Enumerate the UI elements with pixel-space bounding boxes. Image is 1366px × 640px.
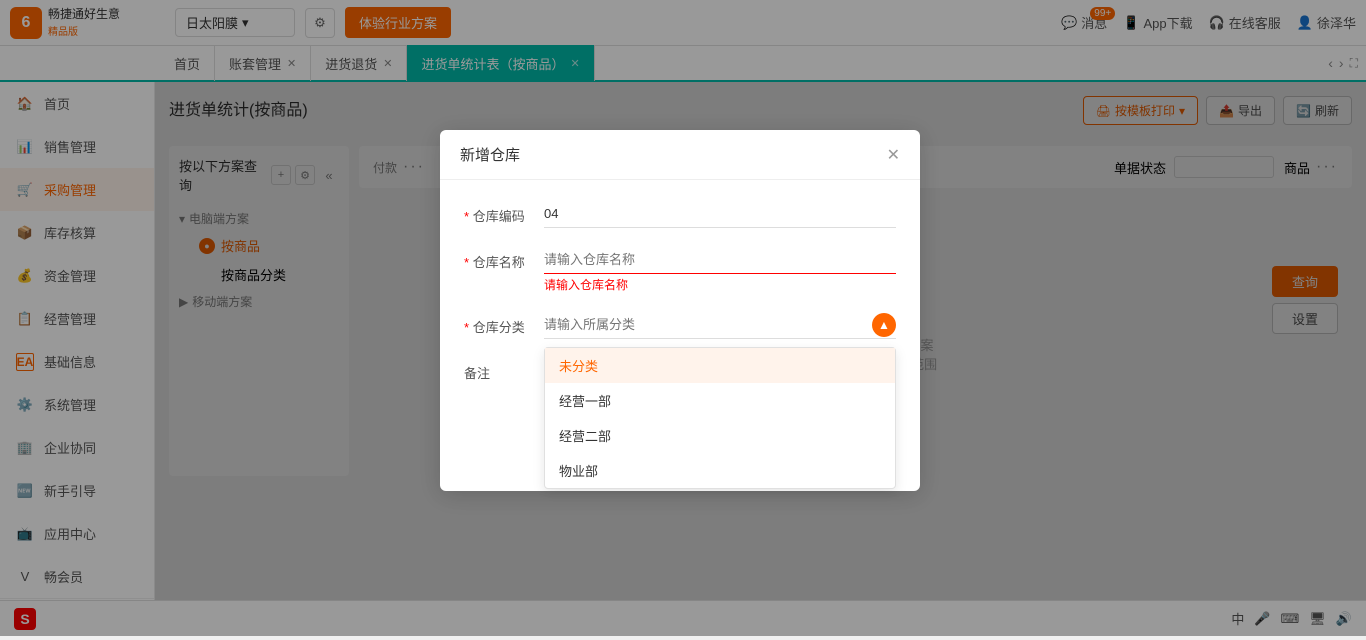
name-input[interactable] [544,246,896,274]
dropdown-item-dept2[interactable]: 经营二部 [545,418,895,453]
dropdown-item-unclassified[interactable]: 未分类 [545,348,895,383]
category-dropdown-list: 未分类 经营一部 经营二部 物业部 [544,347,896,489]
required-star-name: * [464,255,469,270]
modal-body: * 仓库编码 * 仓库名称 请输入仓库名称 [440,180,920,426]
name-input-container: 请输入仓库名称 [544,246,896,293]
form-row-category: * 仓库分类 ▲ 未分类 经营一部 经营二部 物业部 [464,311,896,339]
category-label: * 仓库分类 [464,311,544,336]
name-label: * 仓库名称 [464,246,544,271]
name-error-tip: 请输入仓库名称 [544,276,896,293]
dropdown-item-property[interactable]: 物业部 [545,453,895,488]
dropdown-item-dept1[interactable]: 经营一部 [545,383,895,418]
modal-close-button[interactable]: ✕ [887,145,900,165]
add-warehouse-modal: 新增仓库 ✕ * 仓库编码 * 仓库名称 [440,130,920,491]
modal-title: 新增仓库 [460,144,520,165]
form-row-name: * 仓库名称 请输入仓库名称 [464,246,896,293]
code-label: * 仓库编码 [464,200,544,225]
required-star-cat: * [464,320,469,335]
note-label: 备注 [464,357,544,382]
modal-header: 新增仓库 ✕ [440,130,920,180]
category-input[interactable] [544,311,896,339]
category-dropdown-arrow[interactable]: ▲ [872,313,896,337]
category-input-container: ▲ 未分类 经营一部 经营二部 物业部 [544,311,896,339]
modal-overlay: 新增仓库 ✕ * 仓库编码 * 仓库名称 [0,0,1366,636]
required-star: * [464,209,469,224]
code-input[interactable] [544,200,896,228]
form-row-code: * 仓库编码 [464,200,896,228]
code-input-container [544,200,896,228]
